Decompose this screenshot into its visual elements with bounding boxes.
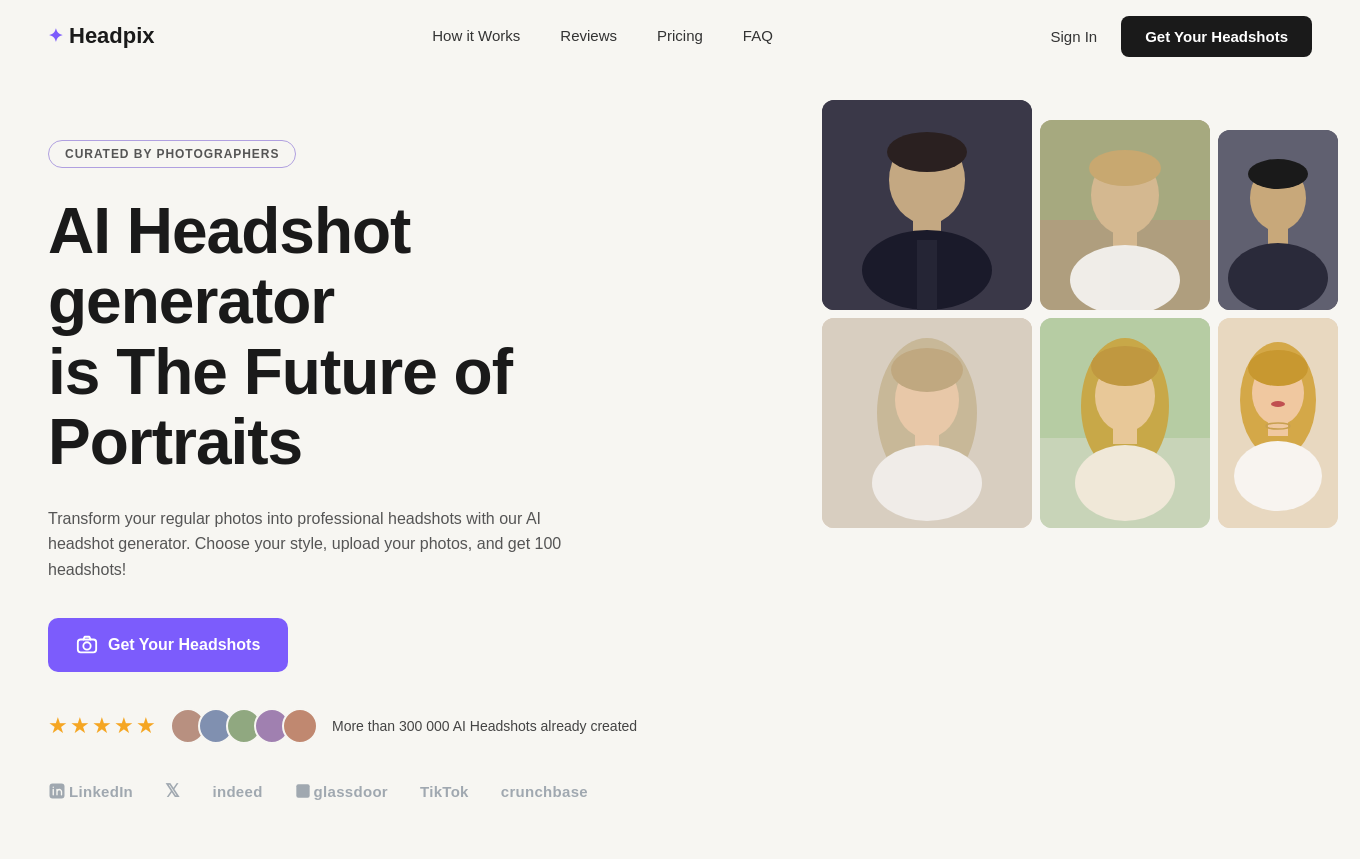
hero-cta-label: Get Your Headshots <box>108 636 260 654</box>
nav-cta-button[interactable]: Get Your Headshots <box>1121 16 1312 57</box>
nav-faq[interactable]: FAQ <box>743 27 773 44</box>
hero-title-line2: is The Future of Portraits <box>48 336 512 478</box>
nav-right: Sign In Get Your Headshots <box>1050 16 1312 57</box>
hero-left: CURATED BY PHOTOGRAPHERS AI Headshot gen… <box>48 120 708 802</box>
logo-star: ✦ <box>48 25 63 47</box>
navbar: ✦ Headpix How it Works Reviews Pricing F… <box>0 0 1360 72</box>
brand-glassdoor: glassdoor <box>295 783 388 800</box>
logo-text: Headpix <box>69 23 155 49</box>
hero-title-line1: AI Headshot generator <box>48 195 410 337</box>
svg-rect-35 <box>1113 426 1137 444</box>
star-3: ★ <box>92 713 112 739</box>
hero-title: AI Headshot generator is The Future of P… <box>48 196 708 478</box>
svg-point-44 <box>1271 401 1285 407</box>
logo[interactable]: ✦ Headpix <box>48 23 155 49</box>
nav-links: How it Works Reviews Pricing FAQ <box>432 27 773 45</box>
photo-man-2 <box>1040 120 1210 310</box>
star-1: ★ <box>48 713 68 739</box>
svg-point-36 <box>1075 445 1175 521</box>
svg-point-40 <box>1248 350 1308 386</box>
photo-woman-3 <box>1218 318 1338 528</box>
star-rating: ★ ★ ★ ★ ★ <box>48 713 156 739</box>
hero-subtitle: Transform your regular photos into profe… <box>48 506 588 583</box>
brand-tiktok: TikTok <box>420 783 469 800</box>
photo-woman-1-image <box>822 318 1032 528</box>
hero-section: CURATED BY PHOTOGRAPHERS AI Headshot gen… <box>0 72 1360 842</box>
svg-point-14 <box>1089 150 1161 186</box>
camera-icon <box>76 634 98 656</box>
svg-point-27 <box>891 348 963 392</box>
sign-in-button[interactable]: Sign In <box>1050 28 1097 45</box>
star-4: ★ <box>114 713 134 739</box>
svg-point-6 <box>887 132 967 172</box>
hero-photo-grid <box>822 100 1312 528</box>
brand-indeed: indeed <box>212 783 262 800</box>
brand-logos: LinkedIn 𝕏 indeed glassdoor TikTok crunc… <box>48 780 708 802</box>
svg-point-42 <box>1234 441 1322 511</box>
svg-point-34 <box>1091 346 1159 386</box>
photo-woman-3-image <box>1218 318 1338 528</box>
proof-text: More than 300 000 AI Headshots already c… <box>332 718 637 734</box>
photo-man-3 <box>1218 130 1338 310</box>
svg-point-1 <box>83 643 90 650</box>
photo-woman-1 <box>822 318 1032 528</box>
avatar-5 <box>282 708 318 744</box>
curated-badge: CURATED BY PHOTOGRAPHERS <box>48 140 296 168</box>
brand-linkedin: LinkedIn <box>48 782 133 800</box>
star-2: ★ <box>70 713 90 739</box>
brand-crunchbase: crunchbase <box>501 783 588 800</box>
photo-woman-2 <box>1040 318 1210 528</box>
hero-cta-button[interactable]: Get Your Headshots <box>48 618 288 672</box>
nav-how-it-works[interactable]: How it Works <box>432 27 520 44</box>
social-proof: ★ ★ ★ ★ ★ More than 300 000 AI Headshots… <box>48 708 708 744</box>
photo-collage <box>822 100 1312 528</box>
svg-point-29 <box>872 445 982 521</box>
nav-reviews[interactable]: Reviews <box>560 27 617 44</box>
svg-rect-21 <box>1268 228 1288 244</box>
svg-rect-9 <box>917 240 937 310</box>
photo-man-3-image <box>1218 130 1338 310</box>
photo-woman-2-image <box>1040 318 1210 528</box>
photo-man-2-image <box>1040 120 1210 310</box>
photo-man-1 <box>822 100 1032 310</box>
photo-man-1-image <box>822 100 1032 310</box>
svg-rect-17 <box>1110 248 1140 310</box>
svg-point-22 <box>1228 243 1328 310</box>
brand-x: 𝕏 <box>165 780 180 802</box>
nav-pricing[interactable]: Pricing <box>657 27 703 44</box>
svg-point-20 <box>1248 159 1308 189</box>
svg-rect-3 <box>296 785 309 798</box>
star-5: ★ <box>136 713 156 739</box>
avatar-group <box>170 708 318 744</box>
